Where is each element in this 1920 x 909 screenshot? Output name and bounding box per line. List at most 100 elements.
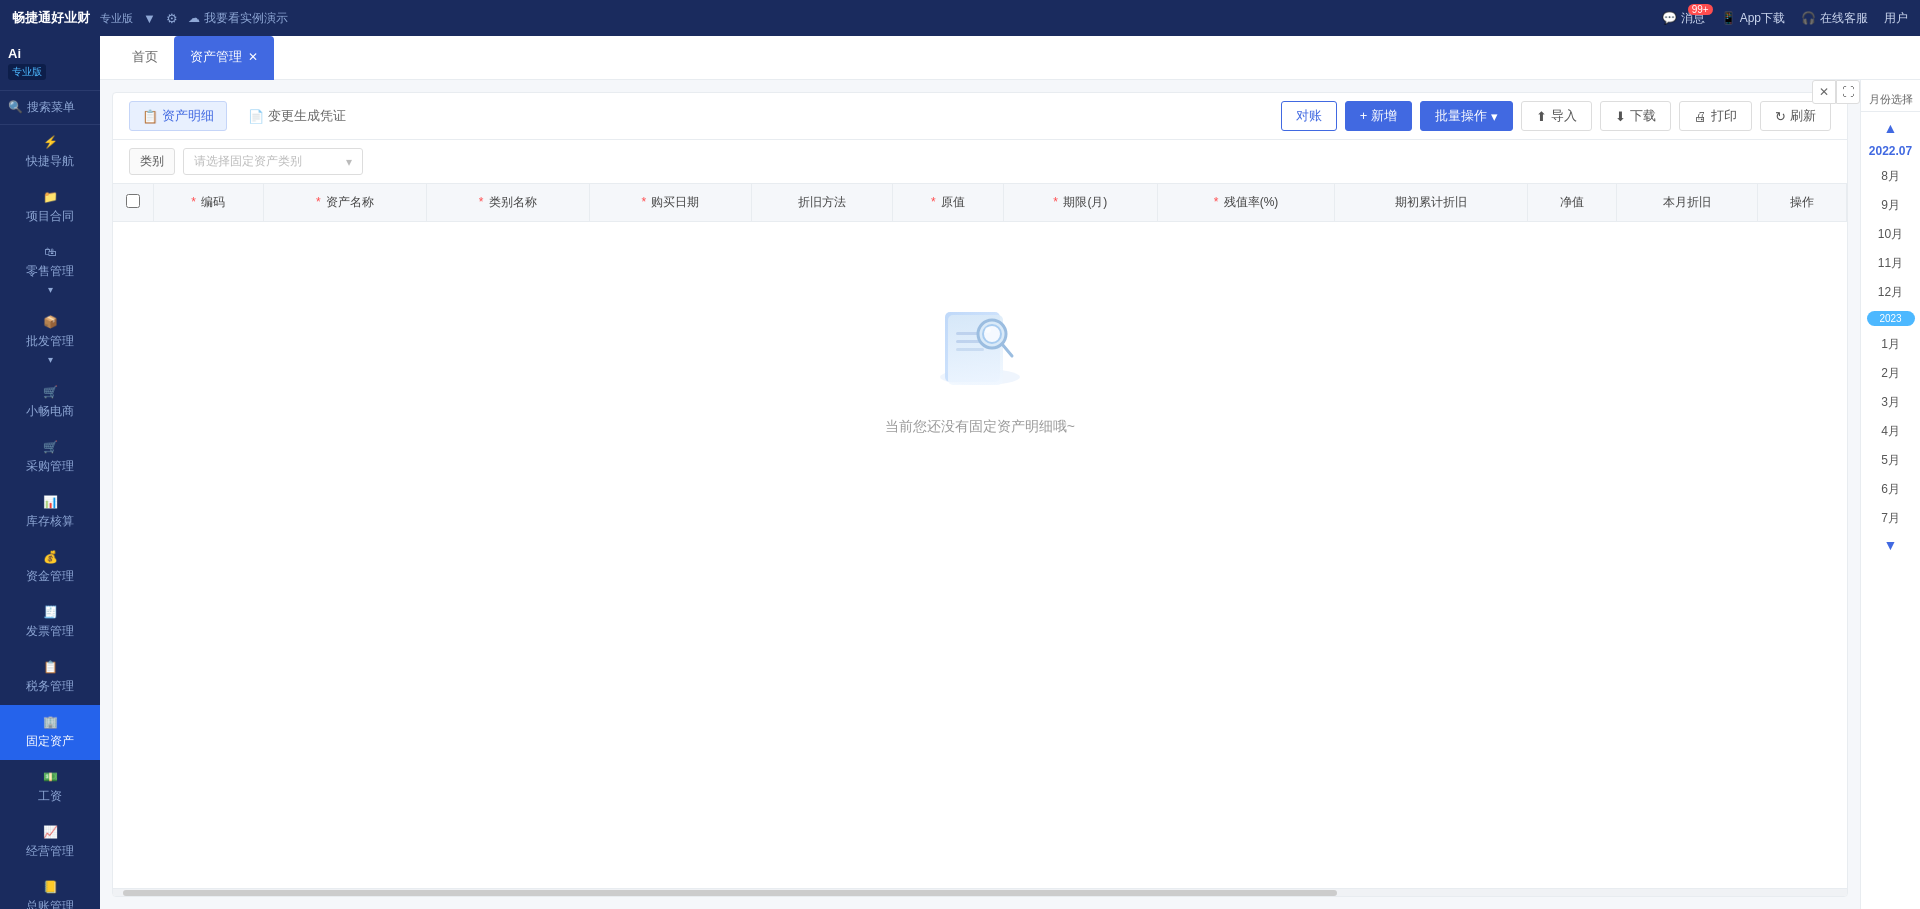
sidebar: Ai 专业版 🔍 搜索菜单 ⚡ 快捷导航 📁 项目合同 🛍 零售管理 ▾ 📦 批…: [0, 36, 100, 909]
month-item-2023-2[interactable]: 2月: [1867, 360, 1915, 387]
empty-illustration: [920, 282, 1040, 402]
content-area: 首页 资产管理 ✕ 📋 资产明细 📄: [100, 36, 1920, 909]
change-voucher-icon: 📄: [248, 109, 264, 124]
bottom-scrollbar[interactable]: [113, 888, 1847, 896]
demo-link[interactable]: ☁ 我要看实例演示: [188, 10, 288, 27]
sub-tab-change-voucher[interactable]: 📄 变更生成凭证: [235, 101, 359, 131]
month-down-nav[interactable]: ▼: [1884, 533, 1898, 557]
batch-dropdown-icon: ▾: [1491, 109, 1498, 124]
retail-arrow-icon: ▾: [48, 284, 53, 295]
user-avatar[interactable]: 用户: [1884, 10, 1908, 27]
top-bar-right: 💬 消息 99+ 📱 App下载 🎧 在线客服 用户: [1662, 10, 1908, 27]
sidebar-item-fixed-assets[interactable]: 🏢 固定资产: [0, 705, 100, 760]
tab-home[interactable]: 首页: [116, 36, 174, 80]
message-button[interactable]: 💬 消息 99+: [1662, 10, 1705, 27]
add-button[interactable]: + 新增: [1345, 101, 1412, 131]
sidebar-item-purchase[interactable]: 🛒 采购管理: [0, 430, 100, 485]
category-select[interactable]: 请选择固定资产类别 ▾: [183, 148, 363, 175]
month-item-2023-1[interactable]: 1月: [1867, 331, 1915, 358]
print-icon: 🖨: [1694, 109, 1707, 124]
month-item-2023-4[interactable]: 4月: [1867, 418, 1915, 445]
cloud-icon: ☁: [188, 11, 200, 25]
settings-icon[interactable]: ⚙: [166, 11, 178, 26]
month-up-nav[interactable]: ▲: [1884, 116, 1898, 140]
refresh-icon: ↻: [1775, 109, 1786, 124]
month-item-9[interactable]: 9月: [1867, 192, 1915, 219]
service-button[interactable]: 🎧 在线客服: [1801, 10, 1868, 27]
current-year-label[interactable]: 2022.07: [1869, 140, 1912, 162]
import-button[interactable]: ⬆ 导入: [1521, 101, 1592, 131]
user-name: 用户: [1884, 10, 1908, 27]
search-icon: 🔍: [8, 100, 23, 114]
sidebar-item-payroll[interactable]: 💵 工资: [0, 760, 100, 815]
sidebar-search[interactable]: 🔍 搜索菜单: [0, 91, 100, 125]
month-item-11[interactable]: 11月: [1867, 250, 1915, 277]
th-residual-rate: * 残值率(%): [1157, 184, 1334, 222]
month-item-2023-5[interactable]: 5月: [1867, 447, 1915, 474]
th-checkbox: [113, 184, 153, 222]
message-badge: 99+: [1688, 4, 1713, 15]
expand-panel-button[interactable]: ⛶: [1836, 80, 1860, 104]
sidebar-item-ledger[interactable]: 📒 总账管理: [0, 870, 100, 909]
fixed-assets-icon: 🏢: [43, 715, 58, 729]
tab-close-icon[interactable]: ✕: [248, 50, 258, 64]
sidebar-logo: Ai 专业版: [0, 36, 100, 91]
sidebar-item-operations[interactable]: 📈 经营管理: [0, 815, 100, 870]
th-code: * 编码: [153, 184, 264, 222]
sidebar-item-invoice[interactable]: 🧾 发票管理: [0, 595, 100, 650]
tax-icon: 📋: [43, 660, 58, 674]
month-item-2023-3[interactable]: 3月: [1867, 389, 1915, 416]
wholesale-icon: 📦: [43, 315, 58, 329]
asset-detail-icon: 📋: [142, 109, 158, 124]
th-net-value: 净值: [1528, 184, 1617, 222]
table-container: * 编码 * 资产名称 * 类别名称: [113, 184, 1847, 888]
reconcile-button[interactable]: 对账: [1281, 101, 1337, 131]
company-dropdown-icon[interactable]: ▼: [143, 11, 156, 26]
close-panel-button[interactable]: ✕: [1812, 80, 1836, 104]
filter-row: 类别 请选择固定资产类别 ▾: [113, 140, 1847, 184]
month-item-12[interactable]: 12月: [1867, 279, 1915, 306]
sidebar-item-inventory[interactable]: 📊 库存核算: [0, 485, 100, 540]
print-button[interactable]: 🖨 打印: [1679, 101, 1752, 131]
month-item-8[interactable]: 8月: [1867, 163, 1915, 190]
main-layout: Ai 专业版 🔍 搜索菜单 ⚡ 快捷导航 📁 项目合同 🛍 零售管理 ▾ 📦 批…: [0, 36, 1920, 909]
refresh-button[interactable]: ↻ 刷新: [1760, 101, 1831, 131]
download-button[interactable]: ⬇ 下载: [1600, 101, 1671, 131]
month-item-10[interactable]: 10月: [1867, 221, 1915, 248]
th-original-value: * 原值: [893, 184, 1004, 222]
sub-tab-asset-detail[interactable]: 📋 资产明细: [129, 101, 227, 131]
svg-line-8: [1002, 344, 1012, 356]
finance-icon: 💰: [43, 550, 58, 564]
svg-rect-4: [956, 340, 980, 343]
th-purchase-date: * 购买日期: [589, 184, 752, 222]
sidebar-item-retail[interactable]: 🛍 零售管理 ▾: [0, 235, 100, 305]
top-bar-left: 畅捷通好业财 专业版 ▼ ⚙ ☁ 我要看实例演示: [12, 9, 288, 27]
tab-bar: 首页 资产管理 ✕: [100, 36, 1920, 80]
sub-tabs-right: 对账 + 新增 批量操作 ▾ ⬆ 导入 ⬇ 下载: [1281, 101, 1831, 131]
sidebar-logo-sub: 专业版: [8, 64, 46, 80]
sidebar-item-tax[interactable]: 📋 税务管理: [0, 650, 100, 705]
sidebar-item-finance[interactable]: 💰 资金管理: [0, 540, 100, 595]
category-dropdown-icon: ▾: [346, 155, 352, 169]
empty-text: 当前您还没有固定资产明细哦~: [885, 418, 1075, 436]
app-download-button[interactable]: 📱 App下载: [1721, 10, 1785, 27]
category-label: 类别: [129, 148, 175, 175]
nav-icon: ⚡: [43, 135, 58, 149]
th-operation: 操作: [1757, 184, 1846, 222]
sub-tabs-left: 📋 资产明细 📄 变更生成凭证: [129, 101, 359, 131]
sub-tabs-toolbar: 📋 资产明细 📄 变更生成凭证 对账 + 新增 批量操作 ▾: [113, 93, 1847, 140]
select-all-checkbox[interactable]: [126, 194, 140, 208]
sidebar-item-wholesale[interactable]: 📦 批发管理 ▾: [0, 305, 100, 375]
app-edition: 专业版: [100, 11, 133, 26]
page-content: 📋 资产明细 📄 变更生成凭证 对账 + 新增 批量操作 ▾: [100, 80, 1920, 909]
sidebar-item-project[interactable]: 📁 项目合同: [0, 180, 100, 235]
batch-button[interactable]: 批量操作 ▾: [1420, 101, 1513, 131]
month-item-2023-6[interactable]: 6月: [1867, 476, 1915, 503]
svg-point-9: [985, 327, 991, 333]
th-accumulated-depreciation: 期初累计折旧: [1335, 184, 1528, 222]
month-item-2023-7[interactable]: 7月: [1867, 505, 1915, 532]
inventory-icon: 📊: [43, 495, 58, 509]
tab-asset-mgmt[interactable]: 资产管理 ✕: [174, 36, 274, 80]
sidebar-item-nav[interactable]: ⚡ 快捷导航: [0, 125, 100, 180]
sidebar-item-ecommerce[interactable]: 🛒 小畅电商: [0, 375, 100, 430]
